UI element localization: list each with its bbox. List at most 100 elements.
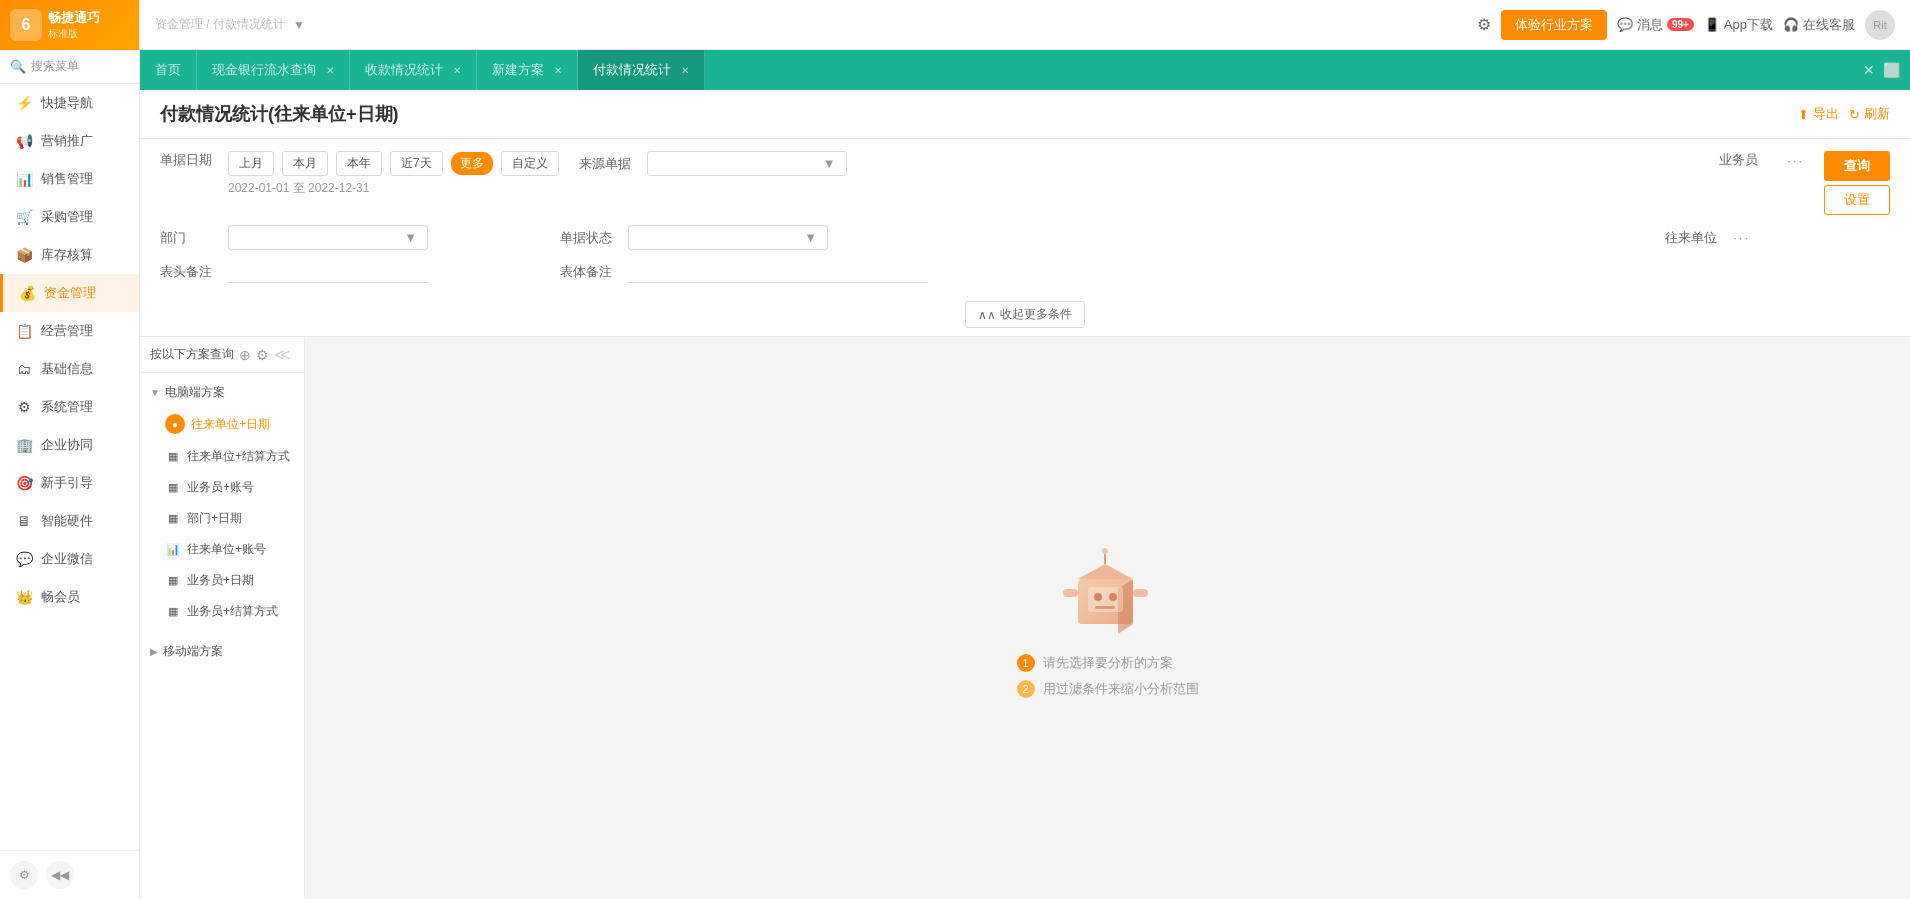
wechat-icon: 💬 bbox=[15, 550, 33, 568]
marketing-icon: 📢 bbox=[15, 132, 33, 150]
scheme-collapse-btn[interactable]: ≪ bbox=[274, 345, 291, 364]
sidebar-item-shortcut[interactable]: ⚡ 快捷导航 bbox=[0, 84, 139, 122]
svg-rect-10 bbox=[1133, 589, 1148, 597]
message-badge: 99+ bbox=[1667, 18, 1694, 31]
refresh-btn[interactable]: ↻ 刷新 bbox=[1849, 105, 1890, 123]
message-btn[interactable]: 💬 消息 99+ bbox=[1617, 16, 1694, 34]
current-year-btn[interactable]: 本年 bbox=[336, 151, 382, 176]
scheme-item-dept-date[interactable]: ▦ 部门+日期 bbox=[140, 503, 304, 534]
tab-new-scheme-close[interactable]: ✕ bbox=[554, 65, 562, 76]
source-doc-select[interactable]: ▼ bbox=[647, 151, 847, 176]
query-btn[interactable]: 查询 bbox=[1824, 151, 1890, 181]
sidebar-item-finance[interactable]: 💰 资金管理 bbox=[0, 274, 139, 312]
filter-area: 单据日期 上月 本月 本年 近7天 更多 自定义 2022-01-01 至 20… bbox=[140, 139, 1910, 337]
tab-bank-close[interactable]: ✕ bbox=[326, 65, 334, 76]
more-dates-btn[interactable]: 更多 bbox=[451, 152, 493, 175]
current-month-btn[interactable]: 本月 bbox=[282, 151, 328, 176]
logo-icon: 6 bbox=[10, 9, 42, 41]
export-btn[interactable]: ⬆ 导出 bbox=[1798, 105, 1839, 123]
table-icon-4: ▦ bbox=[165, 573, 181, 589]
tab-payment[interactable]: 付款情况统计 ✕ bbox=[578, 50, 705, 90]
tab-bank[interactable]: 现金银行流水查询 ✕ bbox=[197, 50, 350, 90]
tab-payment-close[interactable]: ✕ bbox=[681, 65, 689, 76]
operation-icon: 📋 bbox=[15, 322, 33, 340]
scheme-item-partner-date[interactable]: ● 往来单位+日期 bbox=[140, 407, 304, 441]
empty-illustration bbox=[1058, 539, 1158, 639]
sidebar-logo: 6 畅捷通巧 标准版 bbox=[0, 0, 139, 50]
sidebar-item-vip[interactable]: 👑 畅会员 bbox=[0, 578, 139, 616]
empty-tips: 1 请先选择要分析的方案 2 用过滤条件来缩小分析范围 bbox=[1017, 654, 1199, 698]
logo-text: 畅捷通巧 标准版 bbox=[48, 9, 100, 41]
hardware-icon: 🖥 bbox=[15, 512, 33, 530]
table-icon-3: ▦ bbox=[165, 511, 181, 527]
scheme-item-partner-settlement[interactable]: ▦ 往来单位+结算方式 bbox=[140, 441, 304, 472]
shortcut-icon: ⚡ bbox=[15, 94, 33, 112]
scheme-item-staff-account[interactable]: ▦ 业务员+账号 bbox=[140, 472, 304, 503]
doc-status-filter: 单据状态 ▼ bbox=[560, 225, 1645, 250]
tab-close-all-btn[interactable]: ✕ bbox=[1863, 62, 1875, 78]
tab-maximize-btn[interactable]: ⬜ bbox=[1883, 62, 1900, 78]
system-icon: ⚙ bbox=[15, 398, 33, 416]
online-service-btn[interactable]: 🎧 在线客服 bbox=[1783, 16, 1855, 34]
svg-point-5 bbox=[1109, 593, 1117, 601]
scheme-add-btn[interactable]: ⊕ bbox=[239, 347, 251, 363]
page-title: 付款情况统计(往来单位+日期) bbox=[160, 102, 399, 126]
scheme-sidebar: 按以下方案查询 ⊕ ⚙ ≪ ▼ 电脑端方案 ● 往来单位+日期 ▦ bbox=[140, 337, 305, 899]
scheme-group-mobile-header[interactable]: ▶ 移动端方案 bbox=[140, 637, 304, 666]
scheme-settings-btn[interactable]: ⚙ bbox=[256, 347, 269, 363]
sidebar-item-inventory[interactable]: 📦 库存核算 bbox=[0, 236, 139, 274]
scheme-item-partner-account[interactable]: 📊 往来单位+账号 bbox=[140, 534, 304, 565]
dept-select[interactable]: ▼ bbox=[228, 225, 428, 250]
header-settings-icon[interactable]: ⚙ bbox=[1477, 15, 1491, 34]
table-icon-2: ▦ bbox=[165, 480, 181, 496]
date-options: 上月 本月 本年 近7天 更多 自定义 bbox=[228, 151, 559, 176]
sidebar-item-basic[interactable]: 🗂 基础信息 bbox=[0, 350, 139, 388]
sidebar-item-marketing[interactable]: 📢 营销推广 bbox=[0, 122, 139, 160]
table-icon-5: ▦ bbox=[165, 604, 181, 620]
scheme-group-desktop-header[interactable]: ▼ 电脑端方案 bbox=[140, 378, 304, 407]
sidebar-item-hardware[interactable]: 🖥 智能硬件 bbox=[0, 502, 139, 540]
svg-point-4 bbox=[1094, 593, 1102, 601]
sidebar-item-system[interactable]: ⚙ 系统管理 bbox=[0, 388, 139, 426]
table-header-note-filter: 表头备注 bbox=[160, 260, 540, 283]
svg-marker-1 bbox=[1078, 564, 1133, 579]
table-body-note-filter: 表体备注 bbox=[560, 260, 1890, 283]
table-header-note-input[interactable] bbox=[228, 260, 428, 283]
sidebar-item-sales[interactable]: 📊 销售管理 bbox=[0, 160, 139, 198]
basic-icon: 🗂 bbox=[15, 360, 33, 378]
app-download-btn[interactable]: 📱 App下载 bbox=[1704, 16, 1773, 34]
sidebar-item-guide[interactable]: 🎯 新手引导 bbox=[0, 464, 139, 502]
tab-income-close[interactable]: ✕ bbox=[453, 65, 461, 76]
tab-income[interactable]: 收款情况统计 ✕ bbox=[350, 50, 477, 90]
sidebar-settings-btn[interactable]: ⚙ bbox=[10, 861, 38, 889]
select-arrow-icon: ▼ bbox=[823, 156, 836, 171]
main-area: 资金管理 / 付款情况统计 ▼ ⚙ 体验行业方案 💬 消息 99+ 📱 App下… bbox=[140, 0, 1910, 899]
tab-new-scheme[interactable]: 新建方案 ✕ bbox=[477, 50, 578, 90]
table-body-note-input[interactable] bbox=[628, 260, 928, 283]
scheme-item-staff-settlement[interactable]: ▦ 业务员+结算方式 bbox=[140, 596, 304, 627]
sidebar-item-purchase[interactable]: 🛒 采购管理 bbox=[0, 198, 139, 236]
try-btn[interactable]: 体验行业方案 bbox=[1501, 10, 1607, 40]
settings-btn[interactable]: 设置 bbox=[1824, 185, 1890, 215]
sidebar-item-enterprise[interactable]: 🏢 企业协同 bbox=[0, 426, 139, 464]
inventory-icon: 📦 bbox=[15, 246, 33, 264]
purchase-icon: 🛒 bbox=[15, 208, 33, 226]
date-range-text: 2022-01-01 至 2022-12-31 bbox=[228, 180, 559, 197]
sidebar-footer: ⚙ ◀◀ bbox=[0, 850, 139, 899]
message-icon: 💬 bbox=[1617, 17, 1633, 32]
sidebar-item-operation[interactable]: 📋 经营管理 bbox=[0, 312, 139, 350]
collapse-bar: ∧∧ 收起更多条件 bbox=[140, 293, 1910, 337]
scheme-item-staff-date[interactable]: ▦ 业务员+日期 bbox=[140, 565, 304, 596]
sidebar-search[interactable]: 🔍 搜索菜单 bbox=[0, 50, 139, 84]
doc-status-select[interactable]: ▼ bbox=[628, 225, 828, 250]
breadcrumb-arrow[interactable]: ▼ bbox=[293, 18, 305, 32]
custom-date-btn[interactable]: 自定义 bbox=[501, 151, 559, 176]
tab-spacer bbox=[705, 50, 1853, 90]
last-7-days-btn[interactable]: 近7天 bbox=[390, 151, 443, 176]
collapse-more-btn[interactable]: ∧∧ 收起更多条件 bbox=[965, 301, 1085, 328]
sidebar-collapse-btn[interactable]: ◀◀ bbox=[46, 861, 74, 889]
sidebar-item-wechat[interactable]: 💬 企业微信 bbox=[0, 540, 139, 578]
last-month-btn[interactable]: 上月 bbox=[228, 151, 274, 176]
tab-home[interactable]: 首页 bbox=[140, 50, 197, 90]
user-avatar[interactable]: Rit bbox=[1865, 10, 1895, 40]
